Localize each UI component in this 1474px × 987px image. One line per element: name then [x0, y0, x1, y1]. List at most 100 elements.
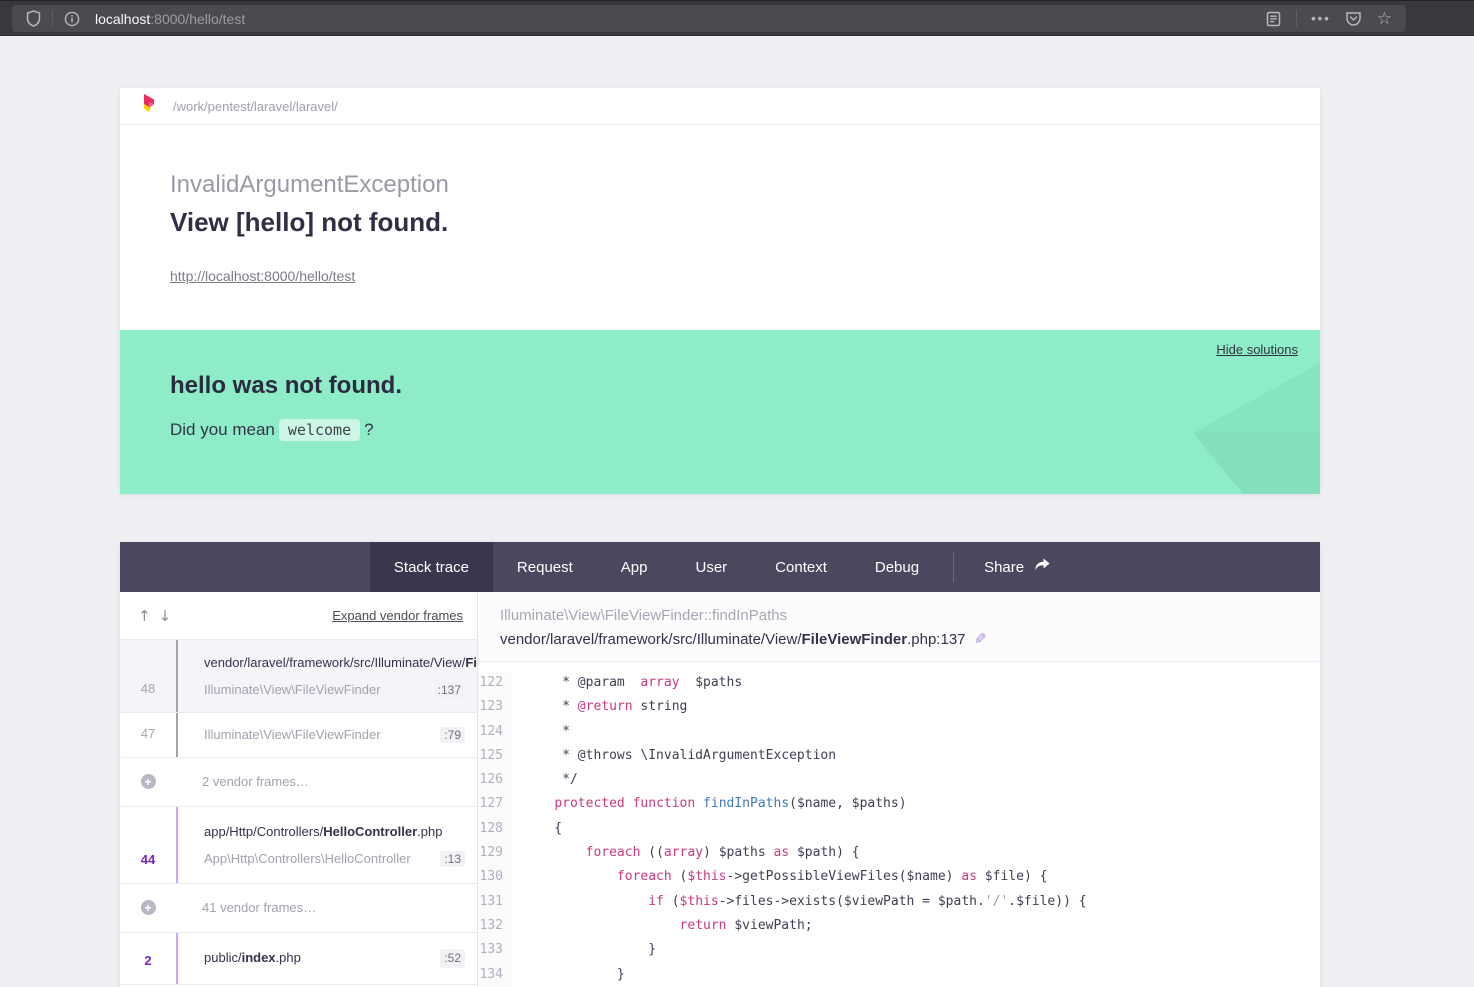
- browser-toolbar: localhost:8000/hello/test ••• ☆: [0, 0, 1474, 36]
- code-viewer[interactable]: 122 * @param array $paths 123 * @return s…: [478, 662, 1320, 987]
- frame-number: 2: [144, 953, 152, 969]
- project-path: /work/pentest/laravel/laravel/: [173, 98, 338, 114]
- viewer-navbar: Stack trace Request App User Context Debug Sh…: [120, 542, 1320, 592]
- flare-logo: [142, 94, 157, 118]
- next-frame-arrow-icon[interactable]: ↓: [155, 607, 176, 625]
- code-text: }: [523, 942, 657, 958]
- vendor-frames-count: 2 vendor frames…: [202, 773, 309, 789]
- stack-frames-header: ↑ ↓ Expand vendor frames: [120, 592, 477, 640]
- error-detail-viewer: Stack trace Request App User Context Debug Sh…: [120, 542, 1320, 987]
- code-lines: 122 * @param array $paths 123 * @return s…: [478, 662, 1320, 987]
- frame-line-number: :137: [433, 681, 465, 698]
- solution-banner: Hide solutions hello was not found. Did …: [120, 330, 1320, 494]
- page-actions-icon[interactable]: •••: [1311, 11, 1331, 26]
- line-number: 122: [478, 671, 512, 696]
- tab-context[interactable]: Context: [751, 542, 851, 592]
- code-line: 127 protected function findInPaths($name…: [478, 792, 1320, 817]
- exception-url-link[interactable]: http://localhost:8000/hello/test: [170, 268, 355, 284]
- tab-request[interactable]: Request: [493, 542, 597, 592]
- frame-class-path: App\Http\Controllers\HelloController: [204, 851, 411, 867]
- navbar-tabs: Stack trace Request App User Context Debug: [369, 542, 943, 592]
- tab-debug[interactable]: Debug: [851, 542, 943, 592]
- frame-class-path: Illuminate\View\FileViewFinder: [204, 727, 381, 743]
- code-text: {: [523, 820, 563, 836]
- frame-class-path: Illuminate\View\FileViewFinder: [204, 682, 381, 698]
- frame-line-number: :13: [440, 850, 465, 867]
- hexagon-decoration: [1193, 433, 1320, 494]
- code-line: 134 }: [478, 962, 1320, 987]
- reader-mode-icon[interactable]: [1264, 10, 1282, 28]
- code-line: 133 }: [478, 938, 1320, 963]
- code-line: 122 * @param array $paths: [478, 671, 1320, 696]
- code-text: foreach ($this->getPossibleViewFiles($na…: [616, 869, 1048, 885]
- expand-vendor-frames-row[interactable]: +41 vendor frames…: [120, 884, 477, 933]
- line-number: 124: [478, 719, 512, 744]
- pocket-icon[interactable]: [1345, 10, 1363, 28]
- card-header: /work/pentest/laravel/laravel/: [120, 88, 1320, 125]
- code-text: * @throws \InvalidArgumentException: [523, 747, 837, 763]
- line-number: 133: [478, 938, 512, 963]
- code-line: 130 foreach ($this->getPossibleViewFiles…: [478, 865, 1320, 890]
- plus-circle-icon[interactable]: +: [140, 900, 156, 916]
- code-line: 132 return $viewPath;: [478, 913, 1320, 939]
- vendor-frames-count: 41 vendor frames…: [202, 899, 317, 915]
- line-number: 127: [478, 792, 512, 817]
- frame-method: Illuminate\View\FileViewFinder::findInPa…: [500, 607, 788, 624]
- code-line: 129 foreach ((array) $paths as $path) {: [478, 841, 1320, 866]
- hide-solutions-link[interactable]: Hide solutions: [1216, 342, 1298, 357]
- expand-vendor-frames-row[interactable]: +2 vendor frames…: [120, 758, 477, 807]
- code-line: 126 */: [478, 768, 1320, 793]
- frame-file-path: public/index.php:52: [204, 948, 465, 969]
- url-text[interactable]: localhost:8000/hello/test: [95, 11, 245, 27]
- code-line: 128 {: [478, 816, 1320, 842]
- line-number: 126: [478, 768, 512, 793]
- code-text: protected function findInPaths($name, $p…: [554, 796, 907, 812]
- line-number: 132: [478, 913, 512, 939]
- exception-message: View [hello] not found.: [170, 207, 449, 237]
- stack-frame-48[interactable]: 48 vendor/laravel/framework/src/Illuminat…: [120, 640, 477, 713]
- plus-circle-icon[interactable]: +: [140, 774, 156, 790]
- code-header: Illuminate\View\FileViewFinder::findInPa…: [478, 592, 1320, 662]
- line-number: 134: [478, 962, 512, 987]
- stack-frame-44[interactable]: 44 app/Http/Controllers/HelloController.p…: [120, 806, 477, 884]
- share-button[interactable]: Share: [964, 542, 1070, 592]
- tracking-shield-icon[interactable]: [24, 10, 42, 28]
- stack-frame-2[interactable]: 2 public/index.php:52: [120, 932, 477, 986]
- frame-file-path: vendor/laravel/framework/src/Illuminate/…: [500, 630, 987, 648]
- line-number: 125: [478, 743, 512, 769]
- code-text: * @return string: [523, 699, 688, 715]
- frame-file-path: app/Http/Controllers/HelloController.php: [204, 823, 443, 839]
- code-text: }: [523, 966, 625, 982]
- tab-app[interactable]: App: [597, 542, 672, 592]
- frame-number: 48: [140, 680, 156, 696]
- info-icon[interactable]: [63, 10, 81, 28]
- tab-stack-trace[interactable]: Stack trace: [369, 542, 493, 592]
- exception-section: InvalidArgumentException View [hello] no…: [120, 125, 1320, 330]
- code-panel: Illuminate\View\FileViewFinder::findInPa…: [478, 592, 1320, 987]
- stack-frames-panel: ↑ ↓ Expand vendor frames 48 vendor/larave…: [120, 592, 478, 987]
- line-number: 128: [478, 816, 512, 842]
- code-text: foreach ((array) $paths as $path) {: [585, 845, 860, 861]
- suggested-view-chip: welcome: [278, 419, 361, 441]
- url-bar[interactable]: localhost:8000/hello/test ••• ☆: [12, 5, 1406, 32]
- code-text: return $viewPath;: [679, 917, 813, 933]
- line-number: 129: [478, 841, 512, 866]
- line-number: 123: [478, 695, 512, 720]
- exception-class: InvalidArgumentException: [170, 171, 449, 198]
- frame-number: 44: [140, 851, 156, 867]
- line-number: 130: [478, 865, 512, 890]
- previous-frame-arrow-icon[interactable]: ↑: [134, 607, 155, 625]
- bookmark-star-icon[interactable]: ☆: [1377, 10, 1392, 27]
- stack-frames: 48 vendor/laravel/framework/src/Illuminat…: [120, 640, 477, 986]
- code-text: */: [523, 772, 578, 788]
- stack-frame-47[interactable]: 47 Illuminate\View\FileViewFinder:79: [120, 712, 477, 758]
- tab-user[interactable]: User: [672, 542, 752, 592]
- expand-vendor-frames-link[interactable]: Expand vendor frames: [332, 608, 463, 623]
- frame-line-number: :52: [440, 948, 465, 969]
- url-bar-separator: [1296, 10, 1298, 27]
- code-line: 123 * @return string: [478, 695, 1320, 720]
- error-card: /work/pentest/laravel/laravel/ InvalidAr…: [120, 88, 1320, 494]
- code-line: 124 *: [478, 719, 1320, 744]
- edit-pencil-icon[interactable]: ✎: [974, 630, 987, 648]
- line-number: 131: [478, 889, 512, 914]
